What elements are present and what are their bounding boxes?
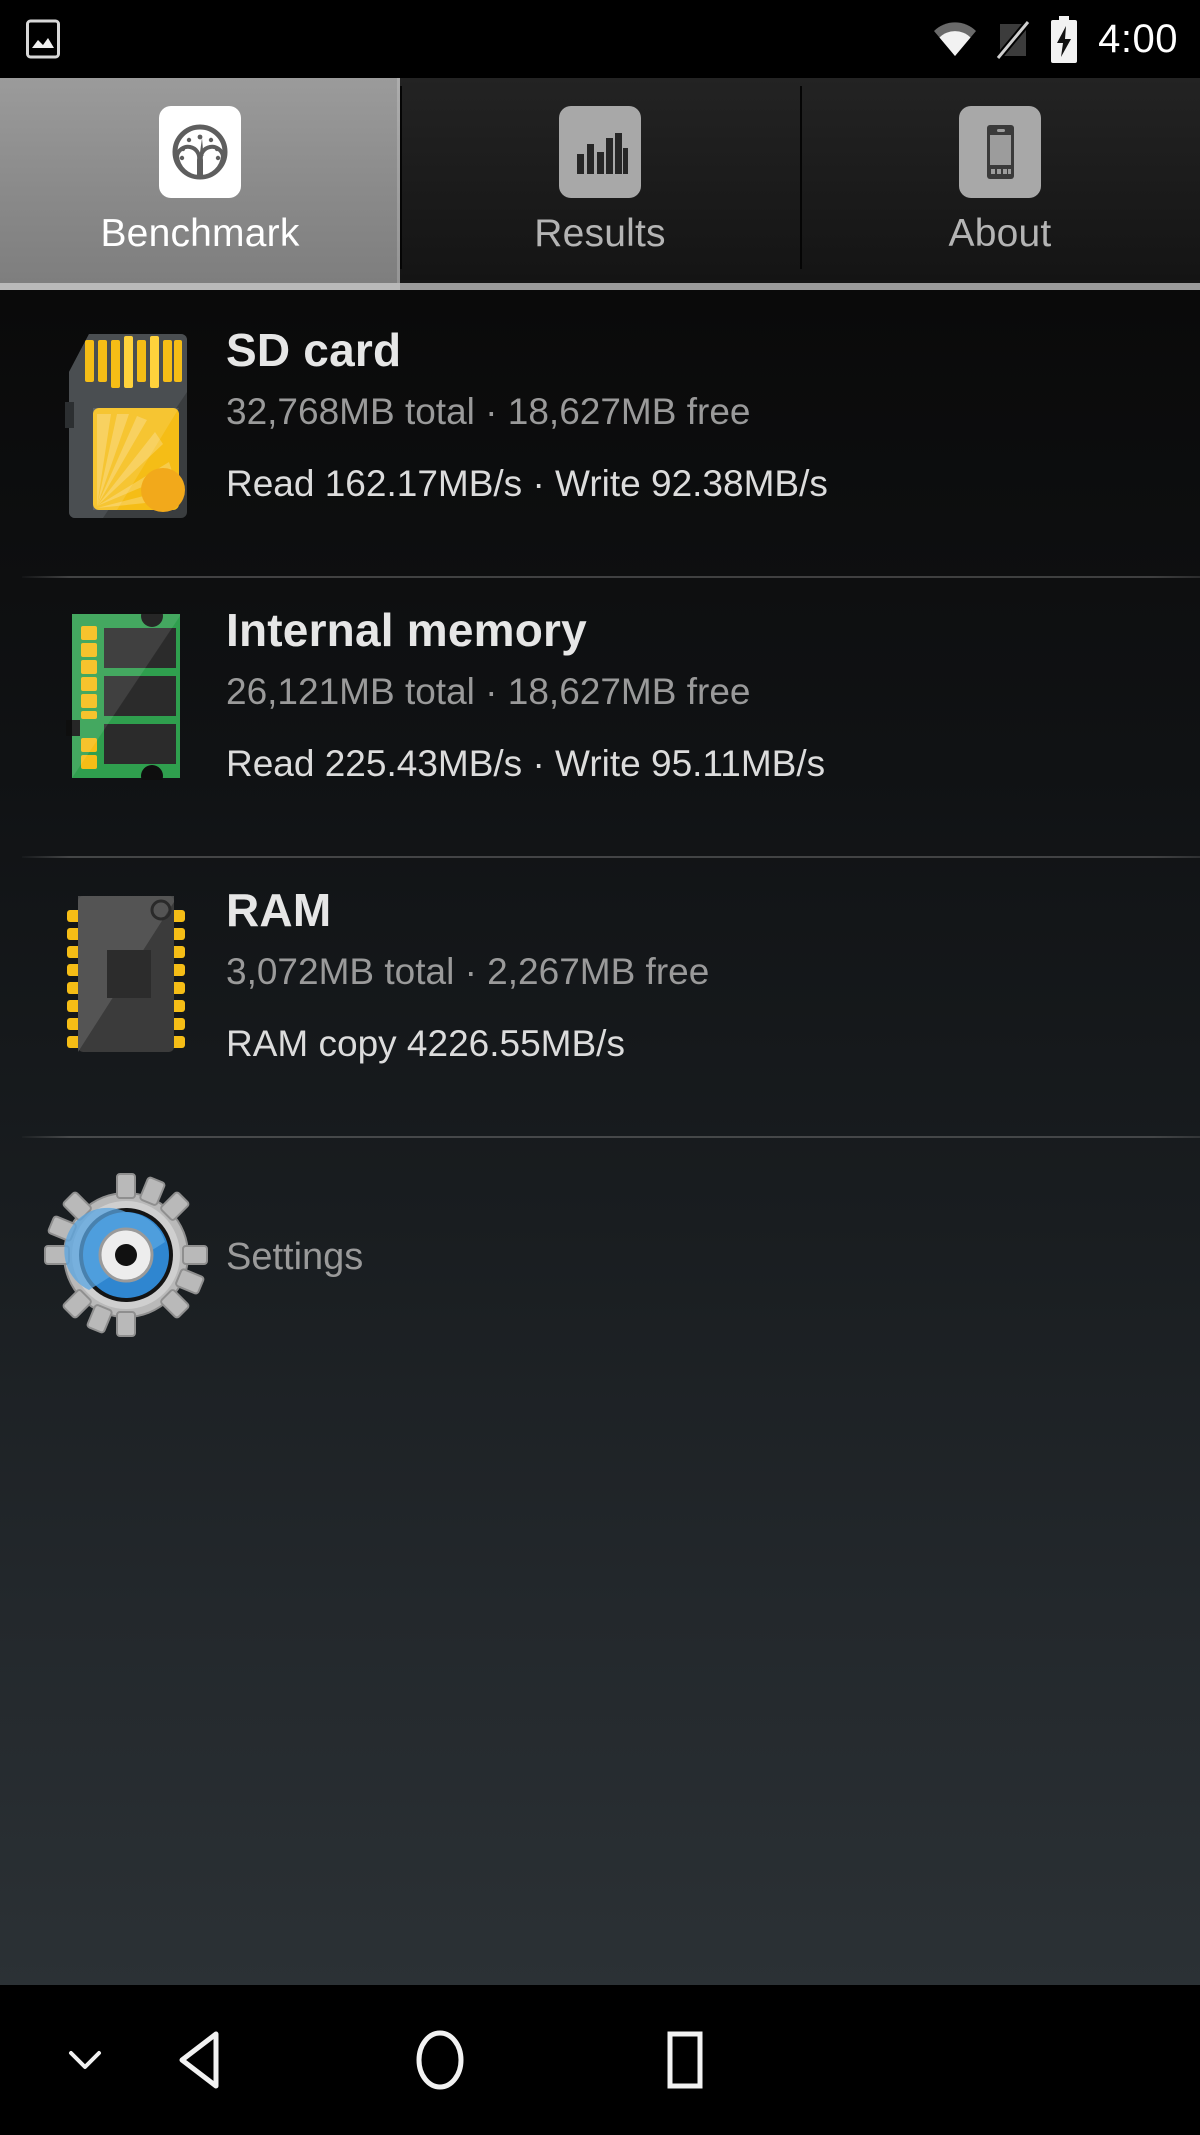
list-item-text: RAM 3,072MB total · 2,267MB free RAM cop… bbox=[226, 882, 1174, 1065]
tab-label-about: About bbox=[948, 211, 1052, 255]
home-circle-icon[interactable] bbox=[365, 1985, 515, 2135]
benchmark-list: SD card 32,768MB total · 18,627MB free R… bbox=[0, 290, 1200, 1985]
list-item-ram[interactable]: RAM 3,072MB total · 2,267MB free RAM cop… bbox=[0, 856, 1200, 1136]
list-item-internal-memory[interactable]: Internal memory 26,121MB total · 18,627M… bbox=[0, 576, 1200, 856]
image-screenshot-icon bbox=[26, 18, 60, 60]
no-sim-icon bbox=[995, 18, 1031, 61]
settings-text: Settings bbox=[226, 1232, 1174, 1279]
navigation-bar bbox=[0, 1985, 1200, 2135]
wifi-icon bbox=[932, 22, 977, 56]
gear-settings-icon bbox=[26, 1172, 226, 1338]
item-capacity: 32,768MB total · 18,627MB free bbox=[226, 390, 751, 432]
item-speed: RAM copy 4226.55MB/s bbox=[226, 1023, 625, 1065]
tab-label-results: Results bbox=[534, 211, 666, 255]
settings-label: Settings bbox=[226, 1235, 364, 1278]
item-title: Internal memory bbox=[226, 604, 587, 656]
item-title: RAM bbox=[226, 884, 332, 936]
tab-results[interactable]: Results bbox=[400, 78, 800, 290]
item-speed: Read 162.17MB/s · Write 92.38MB/s bbox=[226, 463, 828, 505]
item-title: SD card bbox=[226, 324, 402, 376]
status-bar: 4:00 bbox=[0, 0, 1200, 78]
list-item-sd-card[interactable]: SD card 32,768MB total · 18,627MB free R… bbox=[0, 296, 1200, 576]
memory-module-icon bbox=[26, 602, 226, 780]
recents-square-icon[interactable] bbox=[610, 1985, 760, 2135]
item-capacity: 26,121MB total · 18,627MB free bbox=[226, 670, 751, 712]
status-bar-notifications bbox=[26, 18, 60, 60]
list-item-settings[interactable]: Settings bbox=[0, 1136, 1200, 1362]
list-item-text: Internal memory 26,121MB total · 18,627M… bbox=[226, 602, 1174, 785]
item-capacity: 3,072MB total · 2,267MB free bbox=[226, 950, 710, 992]
status-bar-system-icons: 4:00 bbox=[932, 16, 1178, 63]
list-item-text: SD card 32,768MB total · 18,627MB free R… bbox=[226, 322, 1174, 505]
tab-benchmark[interactable]: Benchmark bbox=[0, 78, 400, 290]
tab-bar: Benchmark Results About bbox=[0, 78, 1200, 290]
phone-device-icon bbox=[959, 105, 1041, 198]
android-screen: 4:00 Benchmark Results About SD card 32,… bbox=[0, 0, 1200, 2135]
back-triangle-icon[interactable] bbox=[125, 1985, 275, 2135]
speedometer-icon bbox=[159, 105, 241, 198]
ram-chip-icon bbox=[26, 882, 226, 1054]
tab-about[interactable]: About bbox=[800, 78, 1200, 290]
item-speed: Read 225.43MB/s · Write 95.11MB/s bbox=[226, 743, 826, 785]
tab-label-benchmark: Benchmark bbox=[100, 211, 300, 255]
status-bar-clock: 4:00 bbox=[1098, 16, 1178, 61]
bar-chart-icon bbox=[559, 105, 641, 198]
sd-card-icon bbox=[26, 322, 226, 520]
battery-charging-icon bbox=[1048, 16, 1078, 63]
